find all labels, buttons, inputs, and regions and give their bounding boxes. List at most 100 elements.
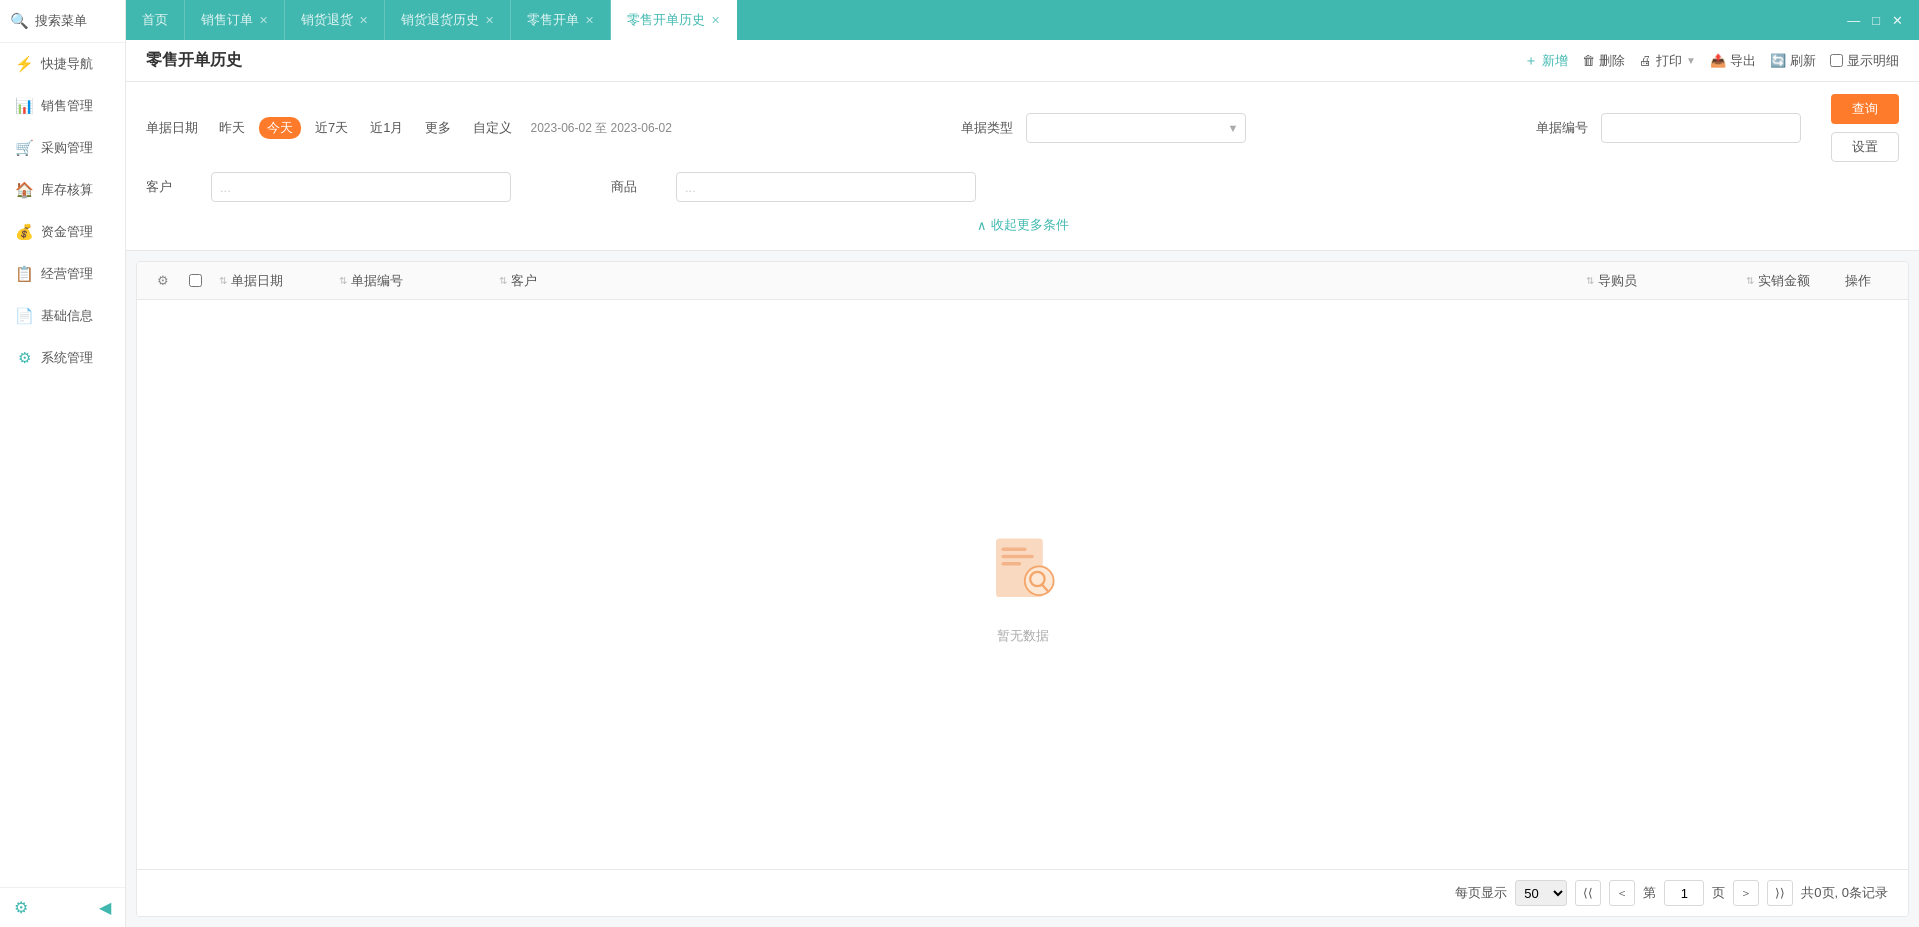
page-title: 零售开单历史 <box>146 50 242 71</box>
date-btn-more[interactable]: 更多 <box>417 117 459 139</box>
sidebar-item-system[interactable]: ⚙ 系统管理 <box>0 337 125 379</box>
col-date-label: 单据日期 <box>231 272 283 290</box>
tab-sales-order-close[interactable]: ✕ <box>259 14 268 27</box>
minimize-button[interactable]: — <box>1847 13 1860 28</box>
doc-num-label: 单据编号 <box>1536 119 1591 137</box>
sidebar: 🔍 搜索菜单 ⚡ 快捷导航 📊 销售管理 🛒 采购管理 🏠 库存核算 💰 资金管… <box>0 0 126 927</box>
filter-collapse-btn[interactable]: ∧ 收起更多条件 <box>146 212 1899 242</box>
sort-icon[interactable]: ⇅ <box>219 275 227 286</box>
prev-page-btn[interactable]: ＜ <box>1609 880 1635 906</box>
sidebar-item-quick-nav[interactable]: ⚡ 快捷导航 <box>0 43 125 85</box>
table-select-all[interactable] <box>179 274 211 287</box>
print-button[interactable]: 🖨 打印 ▼ <box>1639 52 1696 70</box>
refresh-label: 刷新 <box>1790 52 1816 70</box>
tab-sales-return-history-close[interactable]: ✕ <box>485 14 494 27</box>
tab-sales-return-history[interactable]: 销货退货历史 ✕ <box>385 0 511 40</box>
col-num-label: 单据编号 <box>351 272 403 290</box>
settings-icon[interactable]: ⚙ <box>14 898 28 917</box>
sidebar-item-sales-mgmt[interactable]: 📊 销售管理 <box>0 85 125 127</box>
sort-icon[interactable]: ⇅ <box>1586 275 1594 286</box>
sidebar-footer: ⚙ ◀ <box>0 887 125 927</box>
doc-type-label: 单据类型 <box>961 119 1016 137</box>
sidebar-item-finance[interactable]: 💰 资金管理 <box>0 211 125 253</box>
tab-retail-open-close[interactable]: ✕ <box>585 14 594 27</box>
table-area: ⚙ ⇅ 单据日期 ⇅ 单据编号 ⇅ 客户 ⇅ 导购员 <box>136 261 1909 917</box>
collapse-sidebar-icon[interactable]: ◀ <box>99 898 111 917</box>
doc-num-input[interactable] <box>1601 113 1801 143</box>
col-guide-label: 导购员 <box>1598 272 1637 290</box>
sidebar-item-label: 资金管理 <box>41 223 93 241</box>
total-info: 共0页, 0条记录 <box>1801 884 1888 902</box>
system-icon: ⚙ <box>15 349 33 367</box>
sidebar-item-label: 经营管理 <box>41 265 93 283</box>
close-button[interactable]: ✕ <box>1892 13 1903 28</box>
inventory-icon: 🏠 <box>15 181 33 199</box>
next-page-btn[interactable]: ＞ <box>1733 880 1759 906</box>
sidebar-item-inventory[interactable]: 🏠 库存核算 <box>0 169 125 211</box>
per-page-select[interactable]: 50 100 <box>1515 880 1567 906</box>
print-label: 打印 <box>1656 52 1682 70</box>
sort-icon[interactable]: ⇅ <box>339 275 347 286</box>
date-btn-yesterday[interactable]: 昨天 <box>211 117 253 139</box>
svg-point-4 <box>1024 566 1053 595</box>
content-area: 零售开单历史 ＋ 新增 🗑 删除 🖨 打印 ▼ 📤 导出 <box>126 40 1919 927</box>
tab-sales-return-close[interactable]: ✕ <box>359 14 368 27</box>
per-page-label: 每页显示 <box>1455 884 1507 902</box>
sidebar-item-operations[interactable]: 📋 经营管理 <box>0 253 125 295</box>
tab-sales-order[interactable]: 销售订单 ✕ <box>185 0 285 40</box>
date-btn-custom[interactable]: 自定义 <box>465 117 520 139</box>
page-header: 零售开单历史 ＋ 新增 🗑 删除 🖨 打印 ▼ 📤 导出 <box>126 40 1919 82</box>
date-btn-last-month[interactable]: 近1月 <box>362 117 411 139</box>
sort-icon[interactable]: ⇅ <box>499 275 507 286</box>
svg-rect-2 <box>1001 554 1033 558</box>
filter-row-1: 单据日期 昨天 今天 近7天 近1月 更多 自定义 2023-06-02 至 2… <box>146 94 1899 162</box>
display-detail-button[interactable]: 显示明细 <box>1830 52 1899 70</box>
add-label: 新增 <box>1542 52 1568 70</box>
date-btn-today[interactable]: 今天 <box>259 117 301 139</box>
sort-icon[interactable]: ⇅ <box>1746 275 1754 286</box>
tab-sales-return[interactable]: 销货退货 ✕ <box>285 0 385 40</box>
filter-area: 单据日期 昨天 今天 近7天 近1月 更多 自定义 2023-06-02 至 2… <box>126 82 1919 251</box>
tab-home[interactable]: 首页 <box>126 0 185 40</box>
query-button[interactable]: 查询 <box>1831 94 1899 124</box>
refresh-button[interactable]: 🔄 刷新 <box>1770 52 1816 70</box>
sidebar-item-label: 销售管理 <box>41 97 93 115</box>
refresh-icon: 🔄 <box>1770 53 1786 68</box>
last-page-btn[interactable]: ⟩⟩ <box>1767 880 1793 906</box>
col-header-guide: ⇅ 导购员 <box>1578 272 1698 290</box>
empty-state: 暂无数据 <box>137 300 1908 869</box>
tab-retail-open-label: 零售开单 <box>527 11 579 29</box>
table-settings-btn[interactable]: ⚙ <box>147 273 179 288</box>
first-page-btn[interactable]: ⟨⟨ <box>1575 880 1601 906</box>
sidebar-item-purchase-mgmt[interactable]: 🛒 采购管理 <box>0 127 125 169</box>
tab-retail-open[interactable]: 零售开单 ✕ <box>511 0 611 40</box>
settings-button[interactable]: 设置 <box>1831 132 1899 162</box>
product-input[interactable]: ... <box>676 172 976 202</box>
tab-retail-open-history-close[interactable]: ✕ <box>711 14 720 27</box>
doc-type-select-wrap: ▼ <box>1026 113 1246 143</box>
doc-type-select[interactable] <box>1026 113 1246 143</box>
sidebar-search[interactable]: 🔍 搜索菜单 <box>0 0 125 43</box>
display-detail-checkbox[interactable] <box>1830 54 1843 67</box>
export-button[interactable]: 📤 导出 <box>1710 52 1756 70</box>
col-customer-label: 客户 <box>511 272 537 290</box>
maximize-button[interactable]: □ <box>1872 13 1880 28</box>
date-btn-last7[interactable]: 近7天 <box>307 117 356 139</box>
main-area: 首页 销售订单 ✕ 销货退货 ✕ 销货退货历史 ✕ 零售开单 ✕ 零售开单历史 … <box>126 0 1919 927</box>
pagination: 每页显示 50 100 ⟨⟨ ＜ 第 页 ＞ ⟩⟩ 共0页, 0条记录 <box>137 869 1908 916</box>
export-icon: 📤 <box>1710 53 1726 68</box>
date-range-display: 2023-06-02 至 2023-06-02 <box>530 120 671 137</box>
delete-button[interactable]: 🗑 删除 <box>1582 52 1625 70</box>
col-amount-label: 实销金额 <box>1758 272 1810 290</box>
add-button[interactable]: ＋ 新增 <box>1524 52 1568 70</box>
operations-icon: 📋 <box>15 265 33 283</box>
sidebar-item-basic-info[interactable]: 📄 基础信息 <box>0 295 125 337</box>
select-all-checkbox[interactable] <box>189 274 202 287</box>
tab-sales-order-label: 销售订单 <box>201 11 253 29</box>
col-header-customer: ⇅ 客户 <box>491 272 1578 290</box>
col-header-action: 操作 <box>1818 272 1898 290</box>
product-label: 商品 <box>611 178 666 196</box>
customer-input[interactable]: ... <box>211 172 511 202</box>
page-input[interactable] <box>1664 880 1704 906</box>
tab-retail-open-history[interactable]: 零售开单历史 ✕ <box>611 0 737 40</box>
